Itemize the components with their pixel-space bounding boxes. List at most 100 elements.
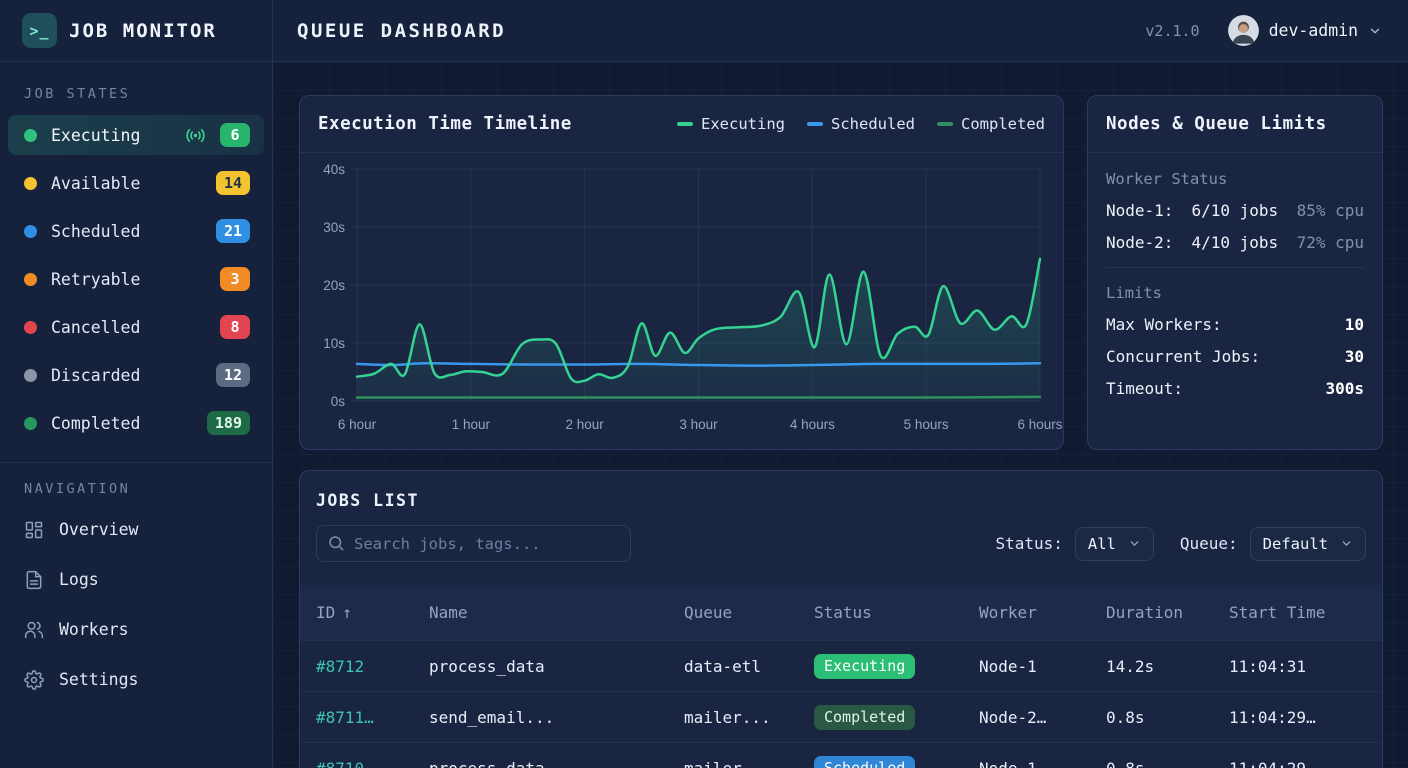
user-menu[interactable]: dev-admin — [1227, 15, 1382, 46]
job-state-count-badge: 21 — [215, 219, 250, 243]
topbar: QUEUE DASHBOARD v2.1.0 dev-admin — [273, 0, 1408, 62]
page-title: QUEUE DASHBOARD — [297, 19, 507, 42]
sidebar-item-workers[interactable]: Workers — [8, 610, 264, 649]
column-header-id[interactable]: ID ↑ — [316, 603, 429, 622]
state-color-dot — [24, 176, 37, 190]
chart-legend: Executing Scheduled Completed — [677, 115, 1045, 133]
node-name: Node-1: — [1106, 201, 1174, 220]
svg-text:20s: 20s — [323, 278, 345, 293]
job-duration: 0.8s — [1106, 707, 1145, 727]
column-header-name[interactable]: Name — [429, 603, 684, 622]
svg-text:4 hours: 4 hours — [790, 417, 835, 432]
execution-timeline-card: Execution Time Timeline Executing Schedu… — [299, 95, 1064, 450]
nodes-card-title: Nodes & Queue Limits — [1106, 114, 1327, 134]
node-jobs: 4/10 jobs — [1191, 233, 1279, 252]
limits-list: Max Workers: 10 Concurrent Jobs: 30 Time… — [1106, 315, 1364, 398]
svg-text:30s: 30s — [323, 220, 345, 235]
legend-item[interactable]: Executing — [677, 115, 785, 133]
job-start-time: 11:04:29… — [1229, 707, 1316, 727]
legend-label: Scheduled — [831, 115, 915, 133]
job-worker: Node-2… — [979, 707, 1047, 727]
filter-dropdown[interactable]: Default — [1249, 526, 1366, 561]
state-color-dot — [24, 368, 37, 382]
limit-value: 10 — [1344, 315, 1364, 334]
column-header-worker[interactable]: Worker — [979, 603, 1106, 622]
nodes-limits-card: Nodes & Queue Limits Worker Status Node-… — [1087, 95, 1383, 450]
user-avatar — [1227, 15, 1259, 46]
sidebar-item-job-state[interactable]: Retryable 3 — [8, 259, 264, 299]
job-id-link[interactable]: #8712 — [316, 657, 429, 676]
workers-icon — [24, 620, 44, 640]
svg-text:6 hours: 6 hours — [1017, 417, 1062, 432]
sidebar-item-job-state[interactable]: Discarded 12 — [8, 355, 264, 395]
limit-row: Concurrent Jobs: 30 — [1106, 347, 1364, 366]
job-state-count-badge: 6 — [220, 123, 250, 147]
column-header-duration[interactable]: Duration — [1106, 603, 1229, 622]
job-state-count-badge: 3 — [220, 267, 250, 291]
legend-label: Executing — [701, 115, 785, 133]
job-worker: Node-1 — [979, 656, 1037, 676]
limit-label: Timeout: — [1106, 379, 1184, 398]
table-header-row: ID ↑ Name Queue Status Worker Duration Start Ti… — [300, 585, 1382, 640]
svg-text:3 hour: 3 hour — [679, 417, 718, 432]
column-header-status[interactable]: Status — [814, 603, 979, 622]
job-duration: 0.8s — [1106, 758, 1145, 768]
job-state-label: Retryable — [51, 269, 141, 289]
logs-icon — [24, 570, 44, 590]
svg-text:1 hour: 1 hour — [452, 417, 491, 432]
legend-color-dash — [677, 122, 693, 126]
legend-color-dash — [807, 122, 823, 126]
column-header-queue[interactable]: Queue — [684, 603, 814, 622]
sidebar-item-job-state[interactable]: Cancelled 8 — [8, 307, 264, 347]
job-queue: mailer... — [684, 707, 771, 727]
column-header-start-time[interactable]: Start Time — [1229, 603, 1382, 622]
worker-node-row: Node-1: 6/10 jobs 85% cpu — [1106, 201, 1364, 220]
table-row[interactable]: #8710 process_data mailer Scheduled Node… — [300, 742, 1382, 768]
sidebar-item-job-state[interactable]: Executing 6 — [8, 115, 264, 155]
sidebar-item-job-state[interactable]: Available 14 — [8, 163, 264, 203]
navigation-heading: NAVIGATION — [24, 481, 131, 497]
svg-text:6 hour: 6 hour — [338, 417, 377, 432]
search-icon — [327, 534, 345, 552]
job-id-link[interactable]: #8710 — [316, 759, 429, 768]
nav-item-label: Logs — [59, 570, 99, 589]
jobs-list-card: JOBS LIST Status: All Queue: Default — [299, 470, 1383, 768]
legend-item[interactable]: Completed — [937, 115, 1045, 133]
job-name: process_data — [429, 656, 545, 676]
divider — [1106, 267, 1364, 268]
table-row[interactable]: #8712 process_data data-etl Executing No… — [300, 640, 1382, 691]
sidebar-item-job-state[interactable]: Scheduled 21 — [8, 211, 264, 251]
job-id-link[interactable]: #8711… — [316, 708, 429, 727]
sidebar: JOB STATES Executing 6 Available 14 Sche… — [0, 62, 273, 768]
user-name: dev-admin — [1268, 21, 1358, 40]
state-color-dot — [24, 320, 37, 334]
node-name: Node-2: — [1106, 233, 1174, 252]
job-name: process_data — [429, 758, 545, 768]
job-state-label: Completed — [51, 413, 141, 433]
node-jobs: 6/10 jobs — [1191, 201, 1279, 220]
navigation-list: Overview Logs Workers Settings — [0, 510, 272, 699]
execution-timeline-chart: 0s 10s 20s 30s 40s 6 hour 1 hour 2 hour 3 hour 4 … — [323, 162, 1063, 432]
svg-text:0s: 0s — [331, 394, 346, 409]
sidebar-item-logs[interactable]: Logs — [8, 560, 264, 599]
terminal-logo-icon: >_ — [22, 13, 57, 48]
status-badge: Completed — [814, 704, 916, 730]
sidebar-item-overview[interactable]: Overview — [8, 510, 264, 549]
job-duration: 14.2s — [1106, 656, 1155, 676]
node-cpu: 85% cpu — [1296, 201, 1364, 220]
sidebar-item-settings[interactable]: Settings — [8, 660, 264, 699]
limit-row: Max Workers: 10 — [1106, 315, 1364, 334]
legend-color-dash — [937, 122, 953, 126]
chevron-down-icon — [1368, 24, 1382, 38]
table-row[interactable]: #8711… send_email... mailer... Completed… — [300, 691, 1382, 742]
search-input[interactable] — [316, 525, 631, 562]
chevron-down-icon — [1340, 537, 1353, 550]
sidebar-item-job-state[interactable]: Completed 189 — [8, 403, 264, 443]
legend-item[interactable]: Scheduled — [807, 115, 915, 133]
job-start-time: 11:04:29 — [1229, 758, 1307, 768]
job-states-list: Executing 6 Available 14 Scheduled 21 Re… — [0, 115, 272, 443]
filter-dropdown[interactable]: All — [1074, 526, 1154, 561]
status-badge: Scheduled — [814, 755, 916, 768]
job-state-count-badge: 189 — [206, 411, 250, 435]
topbar-brand: >_ JOB MONITOR — [0, 0, 273, 62]
